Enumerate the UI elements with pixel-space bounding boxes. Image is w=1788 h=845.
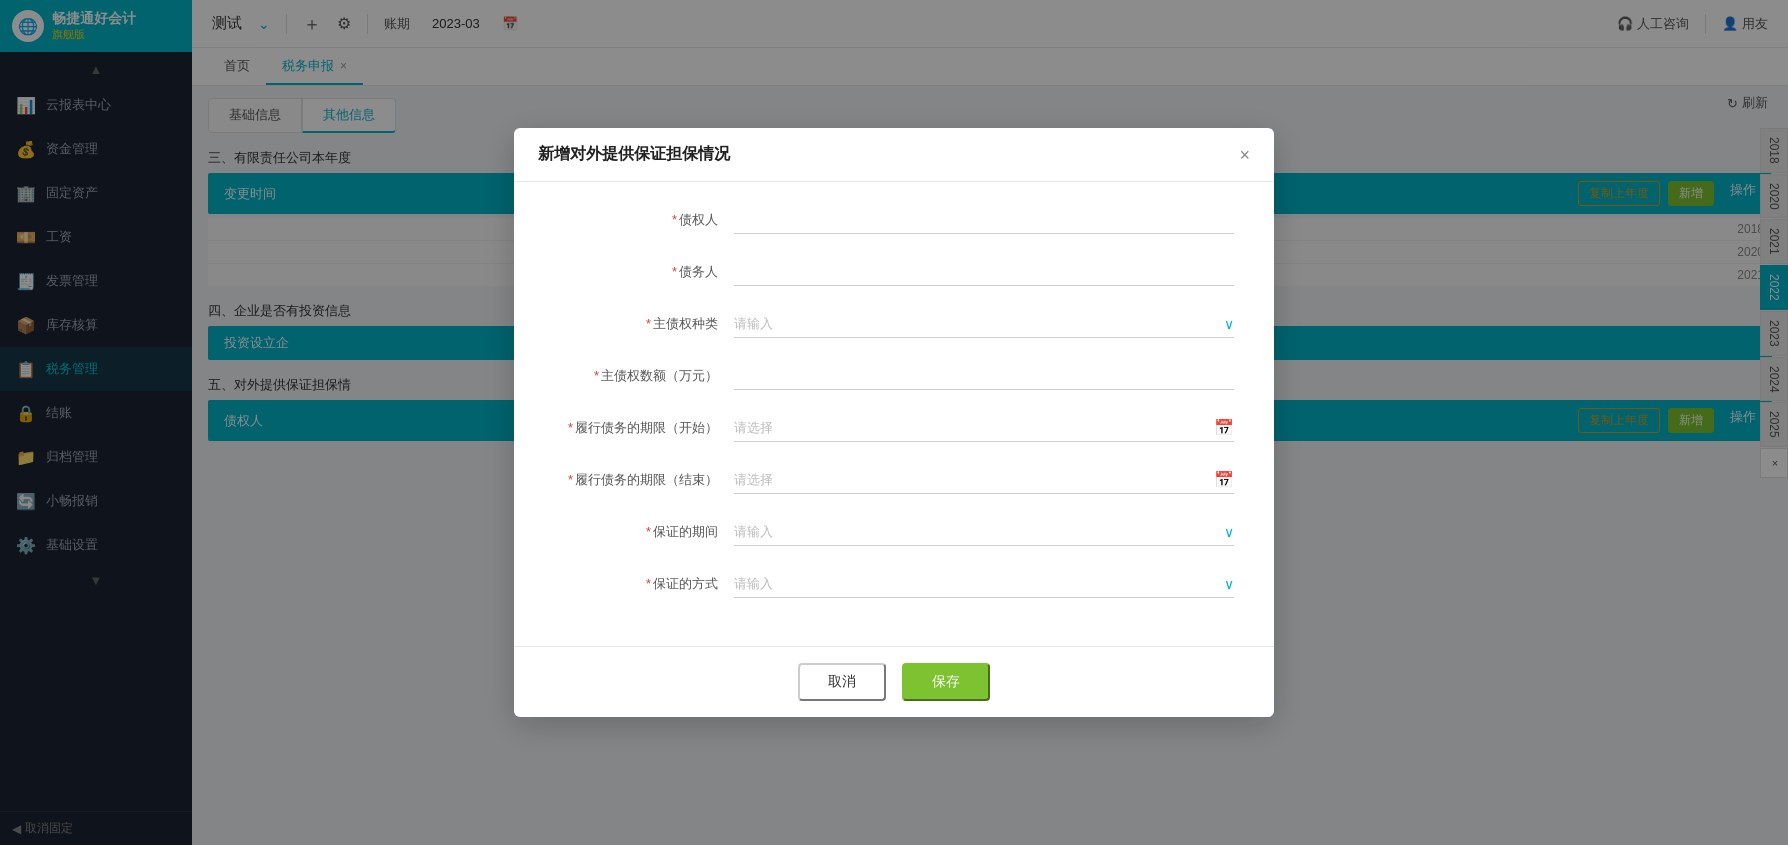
modal-header: 新增对外提供保证担保情况 × <box>514 128 1274 182</box>
modal-overlay: 新增对外提供保证担保情况 × *债权人 *债务人 *主债 <box>0 0 1788 845</box>
modal-body: *债权人 *债务人 *主债权种类 ∨ <box>514 182 1274 646</box>
claim-type-required-mark: * <box>646 316 651 331</box>
period-start-required-mark: * <box>568 420 573 435</box>
guarantee-method-input[interactable] <box>734 570 1216 597</box>
period-start-calendar-icon[interactable]: 📅 <box>1214 418 1234 437</box>
claim-amount-input[interactable] <box>734 362 1234 390</box>
save-button[interactable]: 保存 <box>902 663 990 701</box>
guarantee-period-chevron-icon[interactable]: ∨ <box>1224 524 1234 540</box>
claim-type-chevron-icon[interactable]: ∨ <box>1224 316 1234 332</box>
modal: 新增对外提供保证担保情况 × *债权人 *债务人 *主债 <box>514 128 1274 717</box>
debtor-label: *债务人 <box>554 263 734 281</box>
form-row-period-start: *履行债务的期限（开始） 📅 <box>554 414 1234 442</box>
period-start-input[interactable] <box>734 414 1206 441</box>
debtor-required-mark: * <box>672 264 677 279</box>
period-end-required-mark: * <box>568 472 573 487</box>
form-row-guarantee-method: *保证的方式 ∨ <box>554 570 1234 598</box>
form-row-creditor: *债权人 <box>554 206 1234 234</box>
guarantee-period-input[interactable] <box>734 518 1216 545</box>
period-start-label: *履行债务的期限（开始） <box>554 419 734 437</box>
creditor-label: *债权人 <box>554 211 734 229</box>
form-row-claim-amount: *主债权数额（万元） <box>554 362 1234 390</box>
cancel-button[interactable]: 取消 <box>798 663 886 701</box>
period-end-label: *履行债务的期限（结束） <box>554 471 734 489</box>
claim-type-label: *主债权种类 <box>554 315 734 333</box>
guarantee-period-label: *保证的期间 <box>554 523 734 541</box>
period-start-wrap: 📅 <box>734 414 1234 442</box>
modal-footer: 取消 保存 <box>514 646 1274 717</box>
claim-amount-required-mark: * <box>594 368 599 383</box>
period-end-calendar-icon[interactable]: 📅 <box>1214 470 1234 489</box>
form-row-guarantee-period: *保证的期间 ∨ <box>554 518 1234 546</box>
period-end-input[interactable] <box>734 466 1206 493</box>
modal-title: 新增对外提供保证担保情况 <box>538 144 730 165</box>
guarantee-method-wrap: ∨ <box>734 570 1234 598</box>
period-end-wrap: 📅 <box>734 466 1234 494</box>
guarantee-period-wrap: ∨ <box>734 518 1234 546</box>
guarantee-method-required-mark: * <box>646 576 651 591</box>
form-row-period-end: *履行债务的期限（结束） 📅 <box>554 466 1234 494</box>
guarantee-method-chevron-icon[interactable]: ∨ <box>1224 576 1234 592</box>
creditor-required-mark: * <box>672 212 677 227</box>
creditor-input[interactable] <box>734 206 1234 234</box>
claim-type-select-wrap: ∨ <box>734 310 1234 338</box>
guarantee-period-required-mark: * <box>646 524 651 539</box>
modal-close-icon[interactable]: × <box>1239 146 1250 164</box>
form-row-claim-type: *主债权种类 ∨ <box>554 310 1234 338</box>
form-row-debtor: *债务人 <box>554 258 1234 286</box>
guarantee-method-label: *保证的方式 <box>554 575 734 593</box>
claim-amount-label: *主债权数额（万元） <box>554 367 734 385</box>
debtor-input[interactable] <box>734 258 1234 286</box>
claim-type-input[interactable] <box>734 310 1216 337</box>
